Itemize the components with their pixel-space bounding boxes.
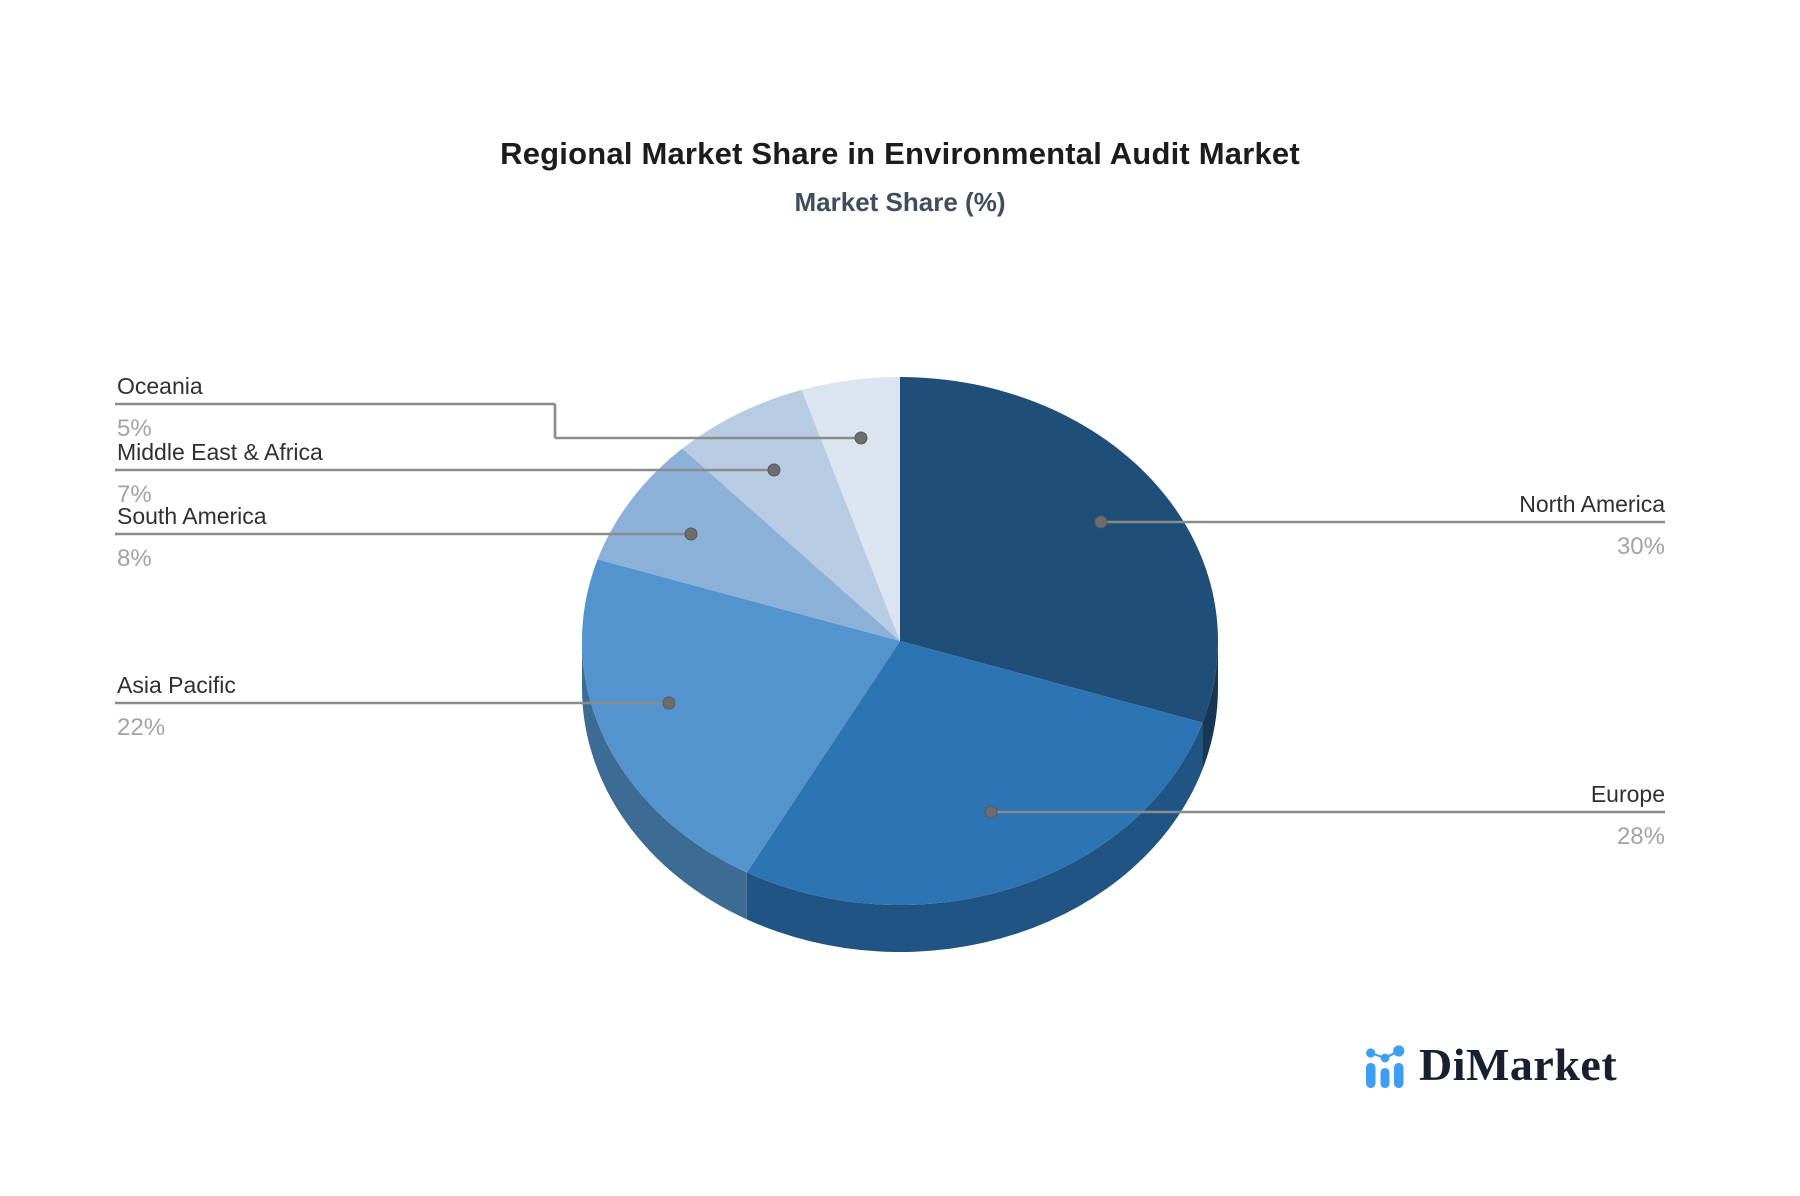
- bar-line-chart-icon: [1366, 1045, 1405, 1088]
- callout-dot: [1094, 515, 1108, 529]
- chart-canvas: Regional Market Share in Environmental A…: [0, 0, 1800, 1196]
- callout-dot: [984, 805, 998, 819]
- slice-label: Middle East & Africa: [117, 439, 323, 465]
- brand-logo: DiMarket: [1356, 1024, 1617, 1088]
- callout-dot: [684, 527, 698, 541]
- slice-percent: 5%: [117, 415, 152, 442]
- slice-label: Asia Pacific: [117, 672, 236, 698]
- callout-dot: [662, 696, 676, 710]
- brand-name: DiMarket: [1419, 1039, 1618, 1090]
- slice-label: Europe: [1591, 781, 1665, 807]
- slice-label: North America: [1519, 491, 1665, 517]
- logo-dot-1: [1366, 1048, 1376, 1058]
- logo-bar-3: [1394, 1063, 1404, 1088]
- slice-percent: 30%: [1617, 533, 1665, 560]
- callout-dot: [854, 431, 868, 445]
- slice-percent: 28%: [1617, 823, 1665, 850]
- slice-percent: 7%: [117, 481, 152, 508]
- pie-chart: North America 30% Europe 28% Asia Pacific 22%…: [115, 373, 1665, 953]
- logo-bar-2: [1380, 1068, 1390, 1088]
- callout-dot: [767, 463, 781, 477]
- logo-dot-2: [1380, 1053, 1390, 1063]
- logo-bar-1: [1366, 1063, 1376, 1088]
- slice-percent: 22%: [117, 714, 165, 741]
- logo-dot-3: [1393, 1045, 1405, 1057]
- slice-percent: 8%: [117, 545, 152, 572]
- slice-label: Oceania: [117, 373, 203, 399]
